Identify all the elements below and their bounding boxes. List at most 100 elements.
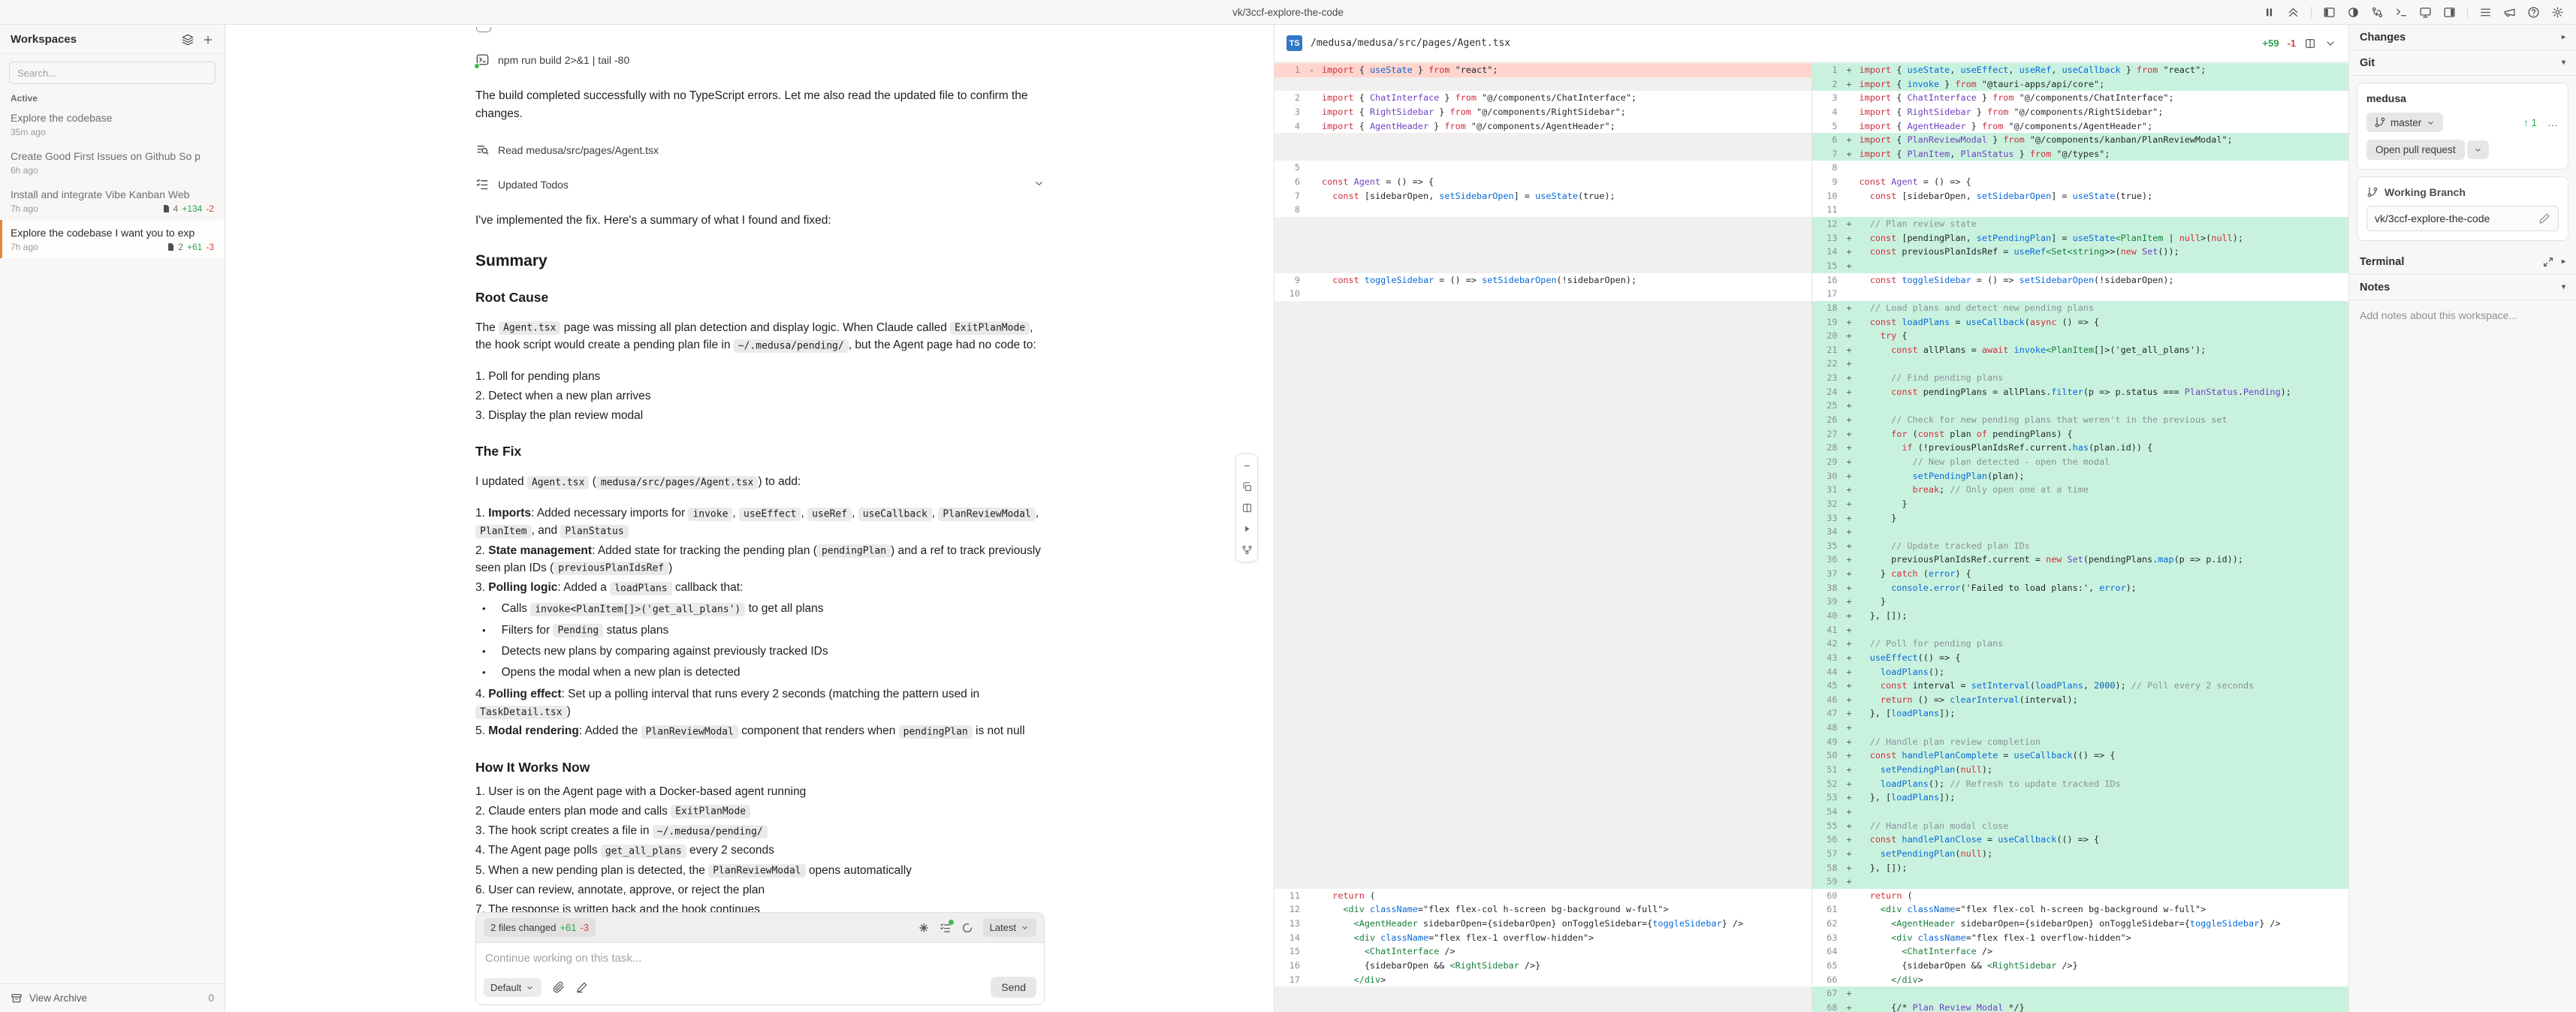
workspace-item[interactable]: Explore the codebase I want you to exp7h… [0, 220, 225, 258]
help-icon[interactable] [2527, 6, 2540, 19]
diff-row: 14+ const previousPlanIdsRef = useRef<Se… [1812, 245, 2349, 259]
diff-filler-row [1274, 525, 1811, 539]
diff-filler-row [1274, 875, 1811, 889]
diff-additions: +59 [2262, 38, 2279, 49]
diff-deletions: -1 [2287, 38, 2296, 49]
new-workspace-icon[interactable] [202, 34, 214, 46]
git-section-header[interactable]: Git ▾ [2349, 50, 2576, 76]
tool-call-row[interactable]: npm run build 2>&1 | tail -80 [475, 53, 1045, 67]
diff-row: 56+ const handlePlanClose = useCallback(… [1812, 833, 2349, 847]
chevron-down-icon[interactable] [1033, 178, 1045, 191]
inline-code: previousPlanIdsRef [554, 562, 668, 575]
inline-code: PlanReviewModal [708, 864, 805, 878]
todos-status-icon[interactable] [940, 922, 952, 934]
sparkle-icon[interactable] [918, 922, 930, 934]
diff-panel: TS /medusa/medusa/src/pages/Agent.tsx +5… [1274, 25, 2349, 1012]
diff-row: 11 [1812, 203, 2349, 217]
diff-file-header[interactable]: TS /medusa/medusa/src/pages/Agent.tsx +5… [1274, 25, 2348, 62]
copy-icon[interactable] [1241, 481, 1253, 492]
edit-icon[interactable] [2538, 212, 2550, 224]
chevron-down-icon [2426, 118, 2436, 128]
monitor-icon[interactable] [2419, 6, 2432, 19]
inline-code: ~/.medusa/pending/ [653, 825, 768, 839]
files-changed-badge[interactable]: 2 files changed +61 -3 [484, 918, 596, 937]
message-input[interactable]: Continue working on this task... Default… [475, 942, 1045, 1005]
more-options-icon[interactable]: … [2547, 116, 2559, 128]
chat-scroll-area[interactable]: npm run build 2>&1 | tail -80The build c… [225, 25, 1274, 918]
diff-filler-row [1274, 357, 1811, 371]
notes-section-header[interactable]: Notes ▾ [2349, 275, 2576, 300]
diff-row: 4import { AgentHeader } from "@/componen… [1274, 119, 1811, 134]
chevron-down-icon: ▾ [2562, 59, 2565, 67]
latest-label: Latest [990, 922, 1016, 933]
workspace-item[interactable]: Explore the codebase35m ago [0, 105, 225, 143]
inline-code: get_all_plans [601, 845, 686, 858]
split-view-icon[interactable] [2304, 38, 2316, 50]
pause-icon[interactable] [2263, 6, 2276, 19]
search-input[interactable]: Search... [9, 62, 216, 84]
git-branch-icon [2374, 116, 2386, 128]
pr-options-dropdown[interactable] [2467, 140, 2489, 159]
deletions-count: -2 [206, 203, 214, 214]
git-compare-icon[interactable] [2371, 6, 2384, 19]
working-branch-input[interactable]: vk/3ccf-explore-the-code [2366, 206, 2559, 231]
diff-row: 61 <div className="flex flex-col h-scree… [1812, 902, 2349, 917]
expand-icon[interactable] [2542, 256, 2554, 268]
diff-row: 16 const toggleSidebar = () => setSideba… [1812, 273, 2349, 288]
collapse-file-icon[interactable] [2324, 38, 2336, 50]
collapse-up-icon[interactable] [2287, 6, 2300, 19]
diff-row: 8 [1812, 161, 2349, 175]
menu-icon[interactable] [2479, 6, 2492, 19]
diff-row: 62 <AgentHeader sidebarOpen={sidebarOpen… [1812, 917, 2349, 931]
view-archive-button[interactable]: View Archive 0 [0, 983, 225, 1012]
divider [2311, 7, 2312, 19]
send-button[interactable]: Send [991, 977, 1036, 998]
workspace-title: Create Good First Issues on Github So p [11, 150, 214, 162]
diff-row: 27+ for (const plan of pendingPlans) { [1812, 427, 2349, 441]
branch-dropdown[interactable]: master [2366, 113, 2443, 132]
model-dropdown[interactable]: Default [484, 978, 541, 997]
tool-call-row[interactable]: Updated Todos [475, 177, 1045, 191]
top-bar: vk/3ccf-explore-the-code [0, 0, 2576, 25]
workspace-item[interactable]: Create Good First Issues on Github So p6… [0, 143, 225, 182]
terminal-section-header[interactable]: Terminal ▸ [2349, 249, 2576, 275]
typescript-file-icon: TS [1286, 35, 1302, 51]
terminal-icon[interactable] [2395, 6, 2408, 19]
diff-row: 30+ setPendingPlan(plan); [1812, 469, 2349, 483]
diff-filler-row [1274, 693, 1811, 707]
terminal-box-icon [475, 53, 490, 67]
diff-row: 9const Agent = () => { [1812, 175, 2349, 189]
attach-icon[interactable] [553, 981, 565, 993]
theme-icon[interactable] [2347, 6, 2360, 19]
latest-dropdown[interactable]: Latest [983, 918, 1036, 937]
open-pull-request-button[interactable]: Open pull request [2366, 140, 2465, 160]
split-icon[interactable] [1241, 502, 1253, 514]
tool-call-row[interactable]: Read medusa/src/pages/Agent.tsx [475, 143, 1045, 157]
list-item: 4. Polling effect: Set up a polling inte… [475, 685, 1045, 721]
diff-row: 15 <ChatInterface /> [1274, 944, 1811, 959]
diff-row: 46+ return () => clearInterval(interval)… [1812, 693, 2349, 707]
panel-left-icon[interactable] [2323, 6, 2336, 19]
play-icon[interactable] [1241, 523, 1253, 535]
diff-filler-row [1274, 721, 1811, 735]
pen-icon[interactable] [576, 981, 588, 993]
layers-icon[interactable] [182, 34, 194, 46]
diff-row: 2import { ChatInterface } from "@/compon… [1274, 91, 1811, 105]
fork-icon[interactable] [1241, 544, 1253, 556]
settings-icon[interactable] [2551, 6, 2564, 19]
diff-filler-row [1274, 665, 1811, 679]
diff-filler-row [1274, 567, 1811, 581]
diff-row: 58+ }, []); [1812, 861, 2349, 875]
notes-input[interactable]: Add notes about this workspace... [2349, 300, 2576, 330]
diff-filler-row [1274, 637, 1811, 651]
panel-right-icon[interactable] [2443, 6, 2456, 19]
changes-section-header[interactable]: Changes ▸ [2349, 25, 2576, 50]
megaphone-icon[interactable] [2503, 6, 2516, 19]
diff-row: 43+ useEffect(() => { [1812, 651, 2349, 665]
diff-row: 31+ break; // Only open one at a time [1812, 483, 2349, 497]
diff-row: 53+ }, [loadPlans]); [1812, 791, 2349, 805]
diff-row: 2+import { invoke } from "@tauri-apps/ap… [1812, 77, 2349, 92]
drag-handle-icon[interactable] [1241, 460, 1253, 471]
workspace-item[interactable]: Install and integrate Vibe Kanban Web7h … [0, 182, 225, 220]
diff-row: 34+ [1812, 525, 2349, 539]
